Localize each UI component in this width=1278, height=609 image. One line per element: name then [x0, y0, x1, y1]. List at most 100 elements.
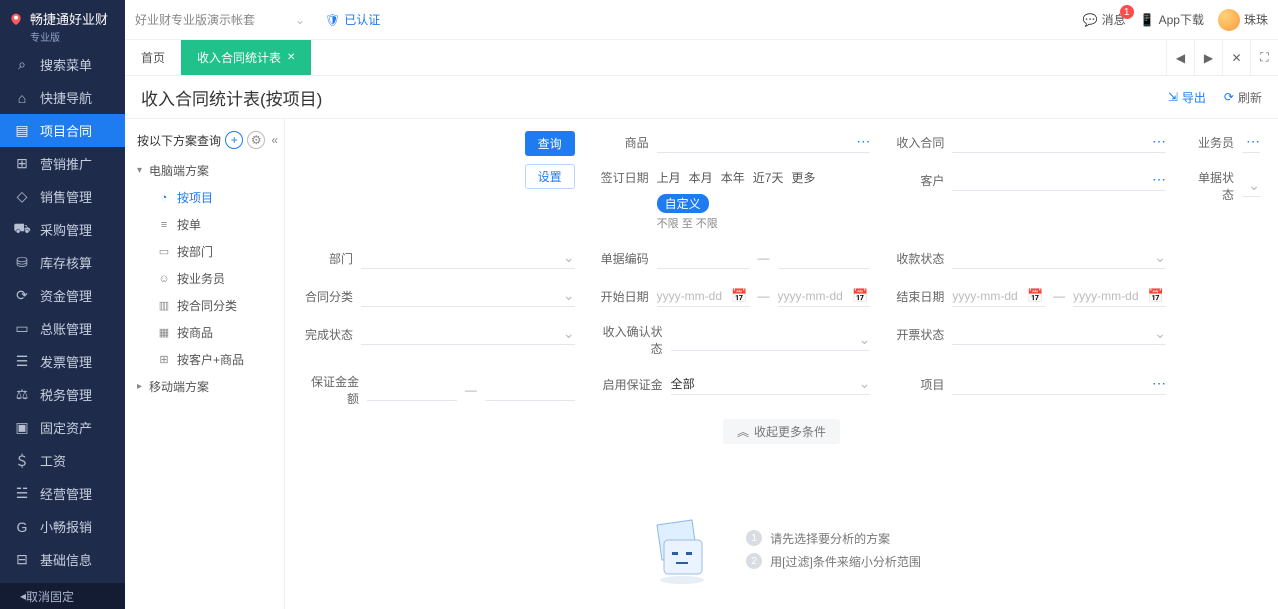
filter-danju-bm-to[interactable]	[778, 247, 871, 269]
tab-next-button[interactable]: ▶	[1194, 40, 1222, 76]
date-opt-this-month[interactable]: 本月	[689, 169, 713, 186]
sidebar-item-4[interactable]: ◇销售管理	[0, 180, 125, 213]
filter-wancheng-select[interactable]: ⌄	[361, 323, 575, 345]
date-opt-last-month[interactable]: 上月	[657, 169, 681, 186]
tab-home[interactable]: 首页	[125, 40, 181, 75]
tab-report[interactable]: 收入合同统计表 ✕	[181, 40, 311, 75]
caret-right-icon: ▸	[137, 381, 149, 392]
filter-ht-fenlei-select[interactable]: ⌄	[361, 285, 575, 307]
chevron-down-icon: ⌄	[859, 375, 871, 392]
sidebar-item-1[interactable]: ⌂快捷导航	[0, 81, 125, 114]
end-date-from[interactable]: 📅	[952, 285, 1045, 307]
filter-shangpin-input[interactable]: ⋯	[657, 131, 871, 153]
filter-danju-bm-from[interactable]	[657, 247, 750, 269]
filter-danju-status-select[interactable]: ⌄	[1242, 175, 1260, 197]
calendar-icon: 📅	[1148, 288, 1164, 304]
scheme-group-pc[interactable]: ▾ 电脑端方案	[133, 157, 284, 184]
start-date-from[interactable]: 📅	[657, 285, 750, 307]
app-download-button[interactable]: 📱 App下载	[1140, 11, 1204, 28]
sidebar-item-0[interactable]: ⌕搜索菜单	[0, 48, 125, 81]
sidebar-item-5[interactable]: ⛟采购管理	[0, 213, 125, 246]
sidebar-icon: ⊟	[14, 552, 30, 568]
bzj-from[interactable]	[367, 379, 457, 401]
filter-ht-fenlei-label: 合同分类	[303, 288, 361, 305]
verified-badge: 🛡 已认证	[325, 11, 380, 28]
sidebar-item-10[interactable]: ⚖税务管理	[0, 378, 125, 411]
fullscreen-button[interactable]: ⛶	[1250, 40, 1278, 76]
filter-xiangmu-input[interactable]: ⋯	[952, 373, 1166, 395]
sidebar-icon: ▤	[14, 123, 30, 139]
filter-yewuyuan-input[interactable]: ⋯	[1242, 131, 1260, 153]
filter-shouruht-label: 收入合同	[894, 134, 952, 151]
filter-shouruht-input[interactable]: ⋯	[952, 131, 1166, 153]
sidebar-item-11[interactable]: ▣固定资产	[0, 411, 125, 444]
chevron-down-icon: ⌄	[1248, 177, 1260, 194]
more-icon: ⋯	[1152, 171, 1166, 188]
sidebar-item-2[interactable]: ▤项目合同	[0, 114, 125, 147]
filter-start-date: 开始日期 📅 — 📅	[599, 285, 871, 307]
tab-close-all-button[interactable]: ✕	[1222, 40, 1250, 76]
filter-bumen-select[interactable]: ⌄	[361, 247, 575, 269]
sidebar-item-9[interactable]: ☰发票管理	[0, 345, 125, 378]
main: 好业财专业版演示帐套 ⌄ 🛡 已认证 💬 消息 1 📱 App下载	[125, 0, 1278, 609]
sidebar-unpin-label: 取消固定	[26, 588, 74, 605]
scheme-item-1[interactable]: ≡按单	[133, 211, 284, 238]
sidebar-icon: ☱	[14, 486, 30, 502]
scheme-group-mobile[interactable]: ▸ 移动端方案	[133, 373, 284, 400]
refresh-label: 刷新	[1238, 89, 1262, 106]
date-opt-more[interactable]: 更多	[791, 169, 815, 186]
filter-shoukuan-status-select[interactable]: ⌄	[952, 247, 1166, 269]
close-icon[interactable]: ✕	[287, 52, 295, 63]
sidebar-item-12[interactable]: ＄工资	[0, 444, 125, 477]
collapse-filters-button[interactable]: ︽ 收起更多条件	[723, 419, 840, 444]
sidebar-item-label: 营销推广	[40, 154, 92, 173]
sidebar-item-7[interactable]: ⟳资金管理	[0, 279, 125, 312]
scheme-add-button[interactable]: +	[225, 131, 243, 149]
bzj-to[interactable]	[485, 379, 575, 401]
filter-shouru-confirm-select[interactable]: ⌄	[671, 329, 871, 351]
scheme-item-4[interactable]: ▥按合同分类	[133, 292, 284, 319]
account-select[interactable]: 好业财专业版演示帐套 ⌄	[135, 11, 305, 28]
step-1-text: 请先选择要分析的方案	[770, 530, 890, 547]
sidebar-item-13[interactable]: ☱经营管理	[0, 477, 125, 510]
end-date-to[interactable]: 📅	[1073, 285, 1166, 307]
sidebar-item-8[interactable]: ▭总账管理	[0, 312, 125, 345]
scheme-item-2[interactable]: ▭按部门	[133, 238, 284, 265]
settings-button[interactable]: 设置	[525, 164, 575, 189]
scheme-item-5[interactable]: ▦按商品	[133, 319, 284, 346]
sidebar-item-label: 发票管理	[40, 352, 92, 371]
filter-shouru-confirm-label: 收入确认状态	[599, 323, 671, 357]
filter-qiyong-bzj-select[interactable]: 全部⌄	[671, 373, 871, 395]
filter-kaipiao-select[interactable]: ⌄	[952, 323, 1166, 345]
sidebar-icon: ▭	[14, 321, 30, 337]
export-button[interactable]: ⇲ 导出	[1168, 89, 1206, 106]
message-icon: 💬	[1083, 13, 1098, 27]
refresh-button[interactable]: ⟳ 刷新	[1224, 89, 1262, 106]
date-opt-custom[interactable]: 自定义	[657, 194, 709, 213]
sidebar-icon: ◇	[14, 189, 30, 205]
scheme-collapse-button[interactable]: «	[271, 133, 278, 147]
messages-button[interactable]: 💬 消息 1	[1083, 11, 1126, 28]
sidebar-item-15[interactable]: ⊟基础信息	[0, 543, 125, 576]
date-opt-this-year[interactable]: 本年	[721, 169, 745, 186]
sidebar-unpin[interactable]: ◂ 取消固定	[0, 583, 125, 609]
sidebar-item-3[interactable]: ⊞营销推广	[0, 147, 125, 180]
scheme-item-label: 按部门	[177, 243, 213, 260]
app-download-label: App下载	[1159, 11, 1204, 28]
start-date-to[interactable]: 📅	[778, 285, 871, 307]
chevron-down-icon: ⌄	[563, 287, 575, 304]
sidebar-item-14[interactable]: G小畅报销	[0, 510, 125, 543]
scheme-settings-button[interactable]: ⚙	[247, 131, 265, 149]
sidebar-item-6[interactable]: ⛁库存核算	[0, 246, 125, 279]
user-menu[interactable]: 珠珠	[1218, 9, 1268, 31]
tab-prev-button[interactable]: ◀	[1166, 40, 1194, 76]
step-1-icon: 1	[746, 530, 762, 546]
filter-kehu-input[interactable]: ⋯	[952, 169, 1166, 191]
scheme-item-0[interactable]: ◔按项目	[133, 184, 284, 211]
query-button[interactable]: 查询	[525, 131, 575, 156]
scheme-item-3[interactable]: ☺按业务员	[133, 265, 284, 292]
chevron-double-up-icon: ︽	[737, 423, 749, 440]
date-opt-7days[interactable]: 近7天	[753, 169, 784, 186]
sidebar-item-label: 工资	[40, 451, 66, 470]
scheme-item-6[interactable]: ⊞按客户+商品	[133, 346, 284, 373]
